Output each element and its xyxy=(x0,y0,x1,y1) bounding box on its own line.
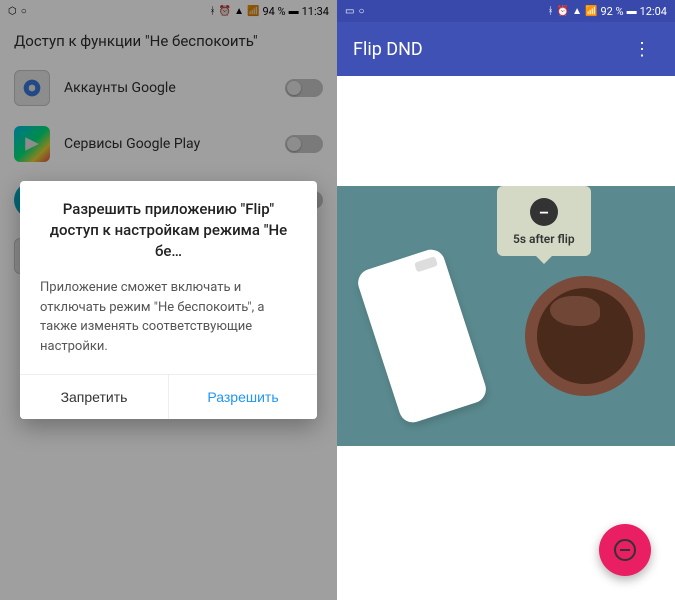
circle-icon: ○ xyxy=(358,6,364,17)
dnd-toggle-icon xyxy=(614,539,636,561)
permission-dialog: Разрешить приложению "Flip" доступ к нас… xyxy=(20,181,317,419)
dialog-actions: Запретить Разрешить xyxy=(20,374,317,419)
tooltip-text: 5s after flip xyxy=(513,232,575,246)
app-bar: Flip DND ⋮ xyxy=(337,22,675,76)
tooltip: – 5s after flip xyxy=(497,186,591,256)
phone-illustration xyxy=(354,246,489,426)
modal-overlay: Разрешить приложению "Flip" доступ к нас… xyxy=(0,0,337,600)
app-bar-title: Flip DND xyxy=(353,39,423,60)
deny-button[interactable]: Запретить xyxy=(20,375,169,419)
status-bar: ▭ ○ ᚼ ⏰ ▲ 📶 92 % ▬ 12:04 xyxy=(337,0,675,22)
coffee-illustration xyxy=(525,276,645,396)
illustration: – 5s after flip xyxy=(337,186,675,446)
app-icon: ▭ xyxy=(345,6,354,17)
bluetooth-icon: ᚼ xyxy=(548,6,554,17)
dnd-icon: – xyxy=(530,198,558,226)
allow-button[interactable]: Разрешить xyxy=(169,375,317,419)
alarm-icon: ⏰ xyxy=(557,6,569,17)
battery-percent: 92 % xyxy=(600,5,623,18)
signal-icon: 📶 xyxy=(585,6,597,17)
overflow-menu-icon[interactable]: ⋮ xyxy=(625,31,659,68)
battery-icon: ▬ xyxy=(627,6,637,17)
fab-dnd-button[interactable] xyxy=(599,524,651,576)
phone-camera-icon xyxy=(414,256,438,272)
dialog-title: Разрешить приложению "Flip" доступ к нас… xyxy=(20,181,317,270)
screen-settings: ⬡ ○ ᚼ ⏰ ▲ 📶 94 % ▬ 11:34 Доступ к функци… xyxy=(0,0,337,600)
wifi-icon: ▲ xyxy=(572,6,582,17)
status-time: 12:04 xyxy=(640,5,667,18)
dialog-body: Приложение сможет включать и отключать р… xyxy=(20,270,317,374)
screen-flip-app: ▭ ○ ᚼ ⏰ ▲ 📶 92 % ▬ 12:04 Flip DND ⋮ – 5s… xyxy=(337,0,675,600)
